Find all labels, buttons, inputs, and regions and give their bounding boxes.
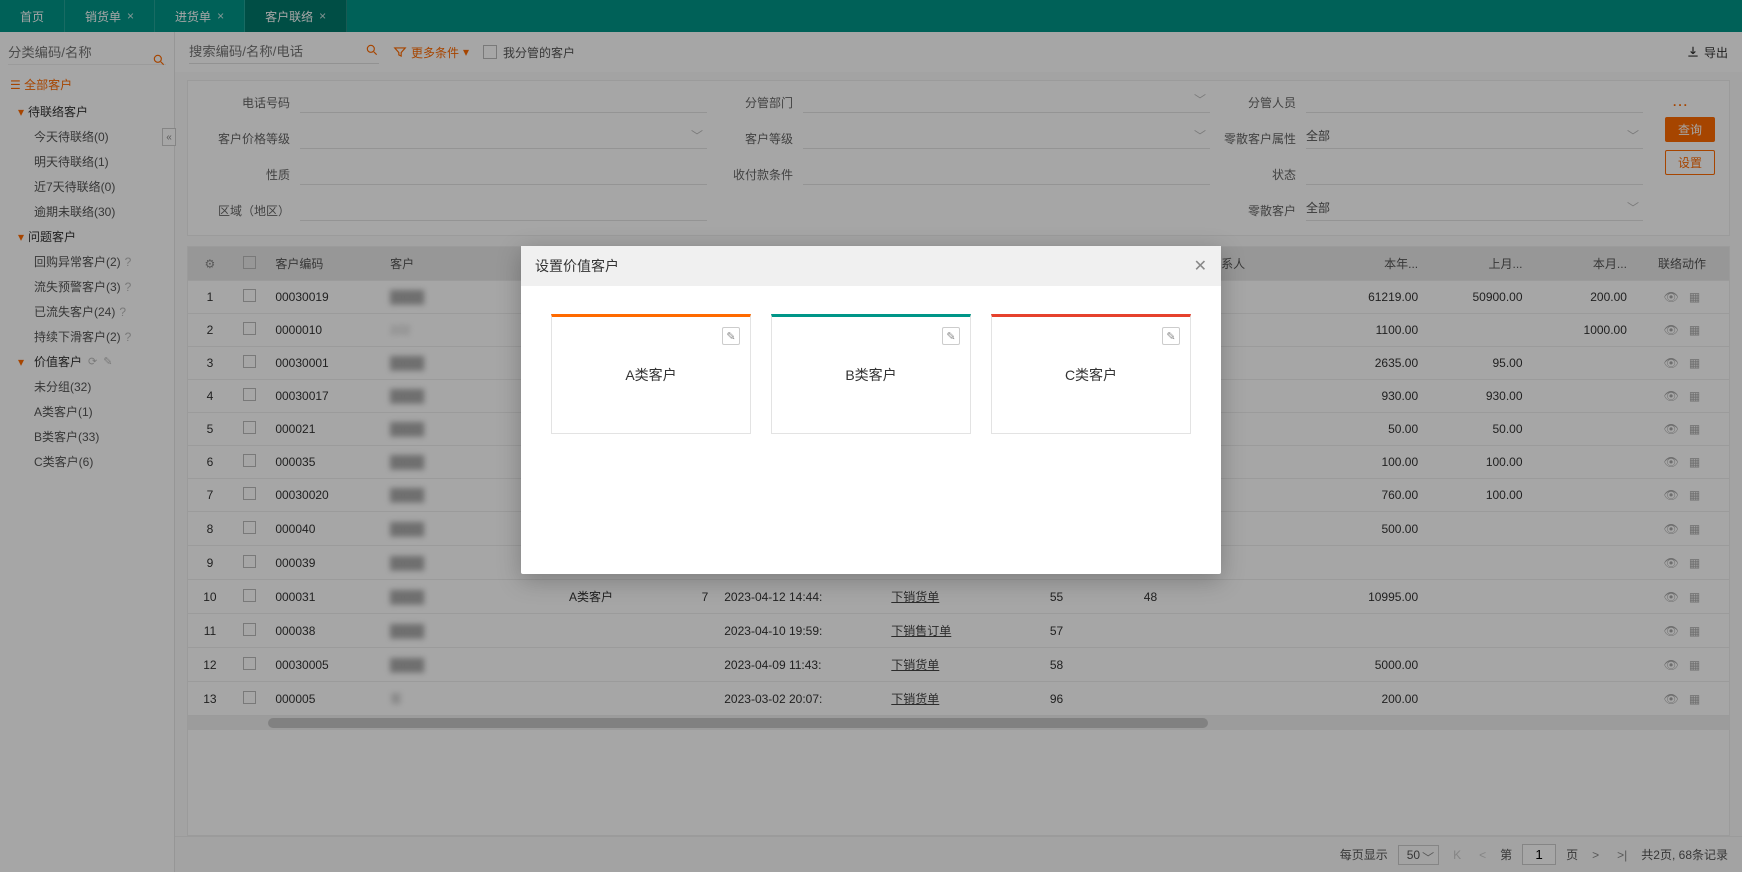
modal-overlay[interactable]: 设置价值客户 ✕ ✎ A类客户 ✎ B类客户 ✎ C类客户 [0,0,1742,872]
edit-icon[interactable]: ✎ [1162,327,1180,345]
edit-icon[interactable]: ✎ [722,327,740,345]
card-label: A类客户 [625,365,676,385]
value-customer-modal: 设置价值客户 ✕ ✎ A类客户 ✎ B类客户 ✎ C类客户 [521,246,1221,574]
value-card[interactable]: ✎ A类客户 [551,314,751,434]
value-card[interactable]: ✎ B类客户 [771,314,971,434]
value-card[interactable]: ✎ C类客户 [991,314,1191,434]
edit-icon[interactable]: ✎ [942,327,960,345]
card-label: C类客户 [1065,365,1117,385]
modal-title: 设置价值客户 [535,256,619,276]
close-icon[interactable]: ✕ [1194,256,1207,276]
card-label: B类客户 [845,365,896,385]
